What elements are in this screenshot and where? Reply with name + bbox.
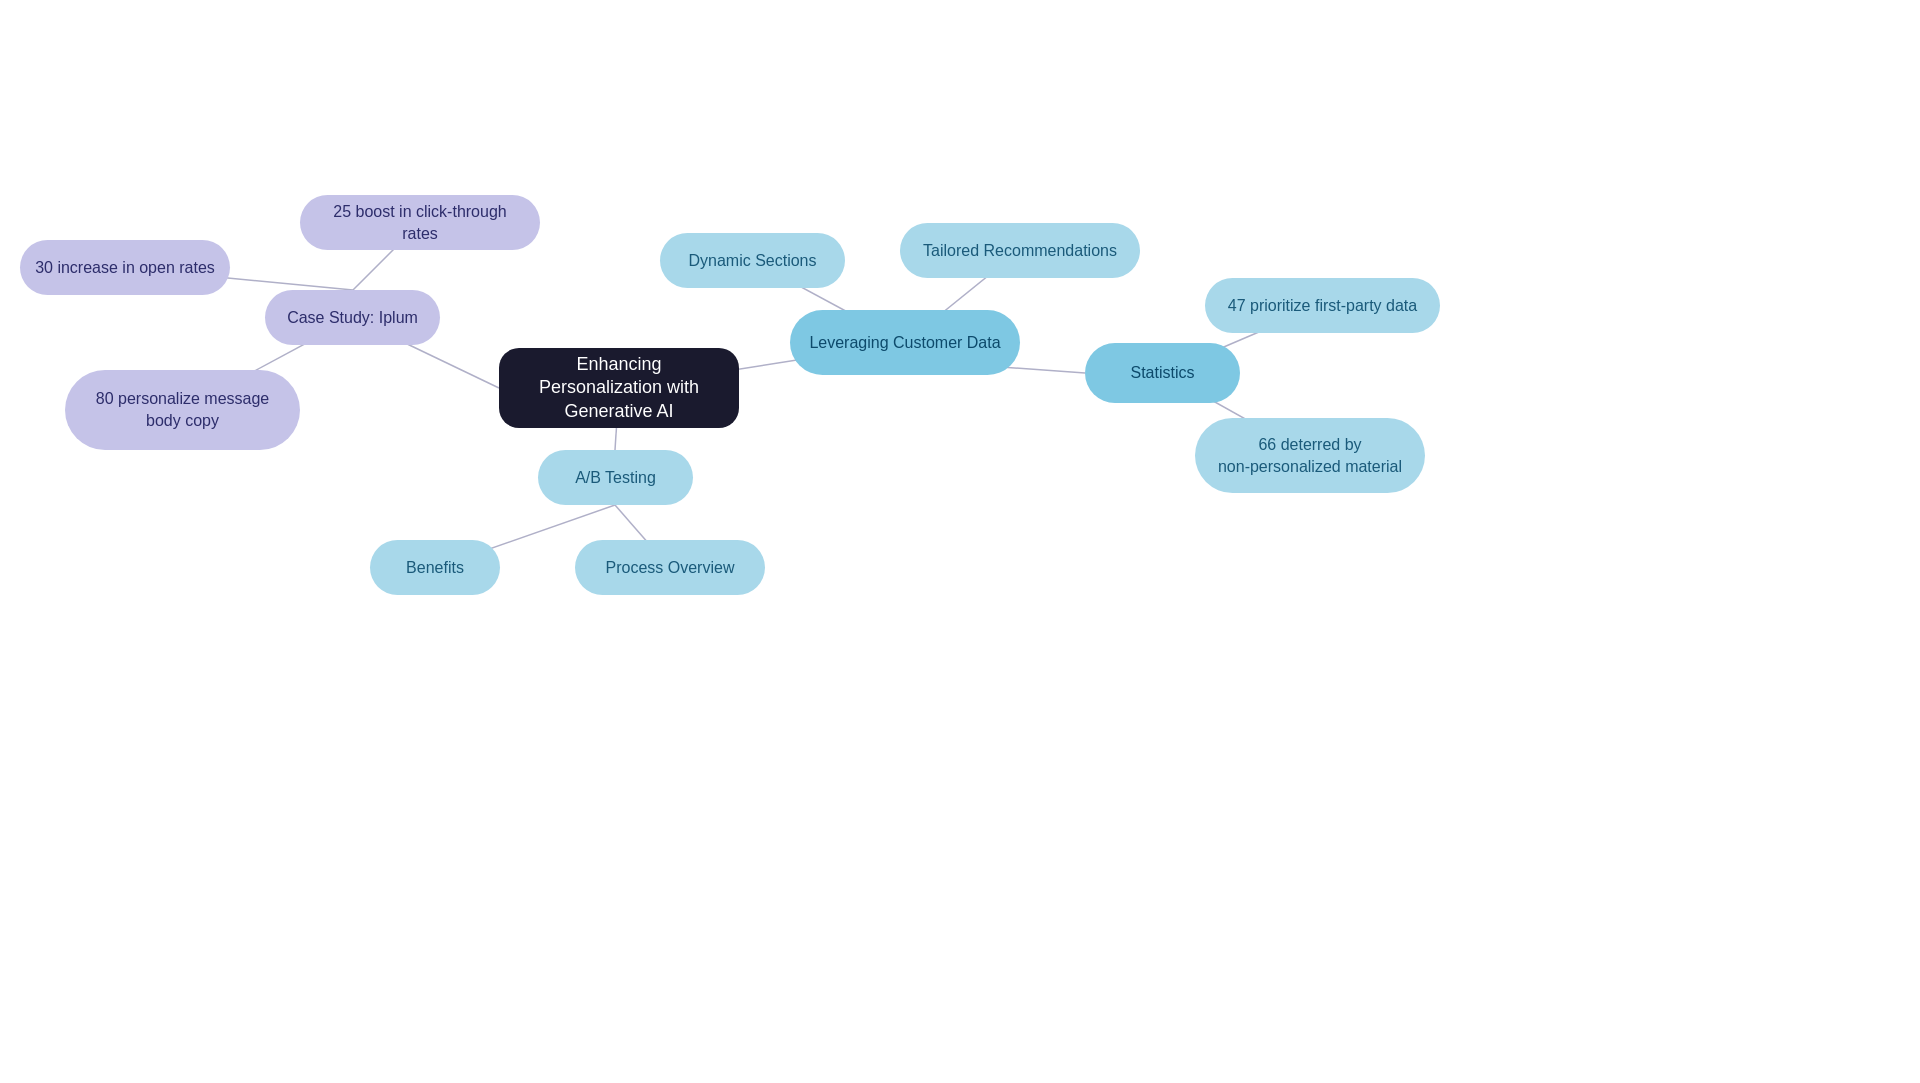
node-statistics[interactable]: Statistics [1085,343,1240,403]
center-node[interactable]: Enhancing Personalization withGenerative… [499,348,739,428]
node-personalize[interactable]: 80 personalize message body copy [65,370,300,450]
node-open-rates[interactable]: 30 increase in open rates [20,240,230,295]
node-process[interactable]: Process Overview [575,540,765,595]
node-benefits[interactable]: Benefits [370,540,500,595]
node-boost[interactable]: 25 boost in click-through rates [300,195,540,250]
node-tailored[interactable]: Tailored Recommendations [900,223,1140,278]
node-ab-testing[interactable]: A/B Testing [538,450,693,505]
connection-lines [0,0,1920,1083]
node-case-study[interactable]: Case Study: Iplum [265,290,440,345]
node-first-party[interactable]: 47 prioritize first-party data [1205,278,1440,333]
mindmap-canvas: Enhancing Personalization withGenerative… [0,0,1920,1083]
node-dynamic[interactable]: Dynamic Sections [660,233,845,288]
node-leveraging[interactable]: Leveraging Customer Data [790,310,1020,375]
node-deterred[interactable]: 66 deterred bynon-personalized material [1195,418,1425,493]
